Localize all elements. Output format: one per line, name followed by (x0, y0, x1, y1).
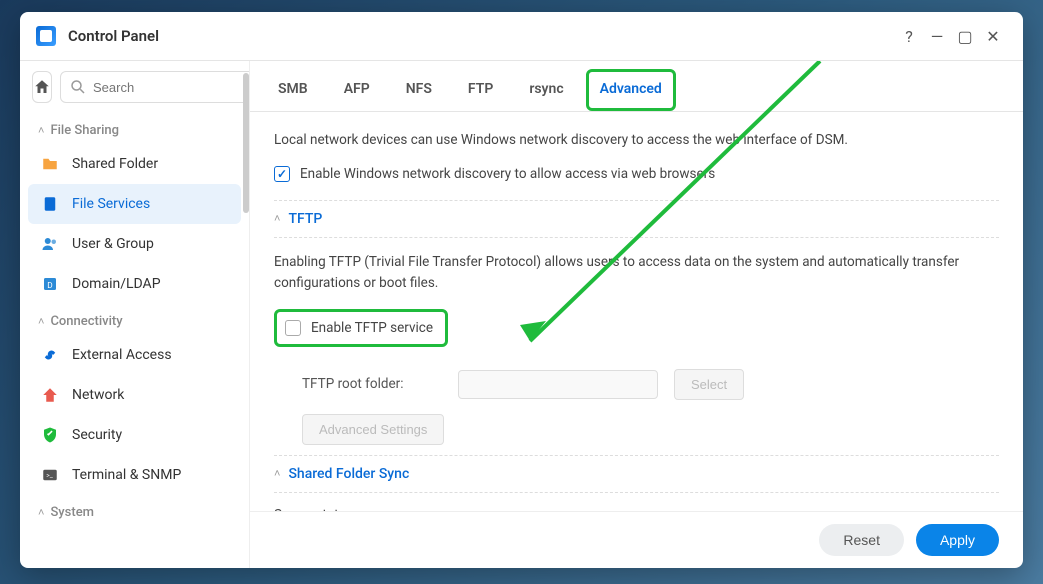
sidebar-item-label: User & Group (72, 236, 154, 252)
checkbox-empty-icon[interactable] (285, 320, 301, 336)
home-icon (33, 78, 51, 96)
search-input[interactable] (93, 80, 250, 95)
titlebar: Control Panel ? — ▢ ✕ (20, 12, 1023, 61)
checkbox-checked-icon[interactable] (274, 166, 290, 182)
sidebar-item-external-access[interactable]: External Access (28, 335, 241, 375)
file-icon (40, 194, 60, 214)
footer: Reset Apply (250, 511, 1023, 568)
sidebar-item-terminal-snmp[interactable]: >_ Terminal & SNMP (28, 455, 241, 495)
tabs: SMB AFP NFS FTP rsync Advanced (250, 61, 1023, 112)
maximize-button[interactable]: ▢ (951, 22, 979, 50)
annotation-highlight (586, 69, 676, 111)
sidebar: ˄File Sharing Shared Folder File Services U… (20, 61, 250, 568)
domain-icon: D (40, 274, 60, 294)
network-icon (40, 385, 60, 405)
search-box[interactable] (60, 71, 250, 103)
sidebar-item-label: Network (72, 387, 124, 403)
chevron-icon: ˄ (38, 506, 44, 519)
sidebar-item-file-services[interactable]: File Services (28, 184, 241, 224)
select-button[interactable]: Select (674, 369, 744, 400)
home-button[interactable] (32, 71, 52, 103)
app-icon (36, 26, 56, 46)
sidebar-section-connectivity[interactable]: ˄Connectivity (28, 304, 241, 335)
sidebar-item-user-group[interactable]: User & Group (28, 224, 241, 264)
sidebar-item-label: Shared Folder (72, 156, 158, 172)
enable-tftp-label: Enable TFTP service (311, 320, 433, 336)
sidebar-item-domain-ldap[interactable]: D Domain/LDAP (28, 264, 241, 304)
sidebar-item-security[interactable]: Security (28, 415, 241, 455)
tab-panel-advanced: Local network devices can use Windows ne… (250, 112, 1023, 511)
folder-icon (40, 154, 60, 174)
terminal-icon: >_ (40, 465, 60, 485)
minimize-button[interactable]: — (923, 22, 951, 50)
sidebar-section-system[interactable]: ˄System (28, 495, 241, 526)
svg-text:>_: >_ (46, 471, 54, 479)
tab-ftp[interactable]: FTP (464, 73, 497, 111)
tab-nfs[interactable]: NFS (402, 73, 436, 111)
tab-afp[interactable]: AFP (340, 73, 374, 111)
discovery-checkbox-row[interactable]: Enable Windows network discovery to allo… (274, 166, 999, 182)
sidebar-item-label: Security (72, 427, 122, 443)
close-button[interactable]: ✕ (979, 22, 1007, 50)
users-icon (40, 234, 60, 254)
window-title: Control Panel (68, 27, 895, 45)
help-button[interactable]: ? (895, 22, 923, 50)
chevron-icon: ˄ (38, 124, 44, 137)
tab-advanced[interactable]: Advanced (596, 73, 666, 111)
link-icon (40, 345, 60, 365)
svg-text:D: D (47, 281, 52, 291)
control-panel-window: Control Panel ? — ▢ ✕ ˄File Sharing Share… (20, 12, 1023, 568)
sidebar-item-shared-folder[interactable]: Shared Folder (28, 144, 241, 184)
sidebar-item-network[interactable]: Network (28, 375, 241, 415)
tftp-desc: Enabling TFTP (Trivial File Transfer Pro… (274, 252, 999, 295)
sidebar-item-label: Terminal & SNMP (72, 467, 181, 483)
enable-tftp-checkbox-row[interactable]: Enable TFTP service (274, 309, 448, 347)
reset-button[interactable]: Reset (819, 524, 904, 556)
section-shared-folder-sync[interactable]: ˄ Shared Folder Sync (274, 455, 999, 493)
sidebar-item-label: External Access (72, 347, 172, 363)
chevron-up-icon: ˄ (274, 212, 280, 225)
section-tftp[interactable]: ˄ TFTP (274, 200, 999, 238)
content-area: SMB AFP NFS FTP rsync Advanced Local network … (250, 61, 1023, 568)
apply-button[interactable]: Apply (916, 524, 999, 556)
search-icon (69, 78, 87, 96)
tftp-root-label: TFTP root folder: (302, 376, 442, 392)
tftp-root-input (458, 370, 658, 399)
advanced-settings-button[interactable]: Advanced Settings (302, 414, 444, 445)
chevron-icon: ˄ (38, 315, 44, 328)
discovery-checkbox-label: Enable Windows network discovery to allo… (300, 166, 715, 182)
sidebar-item-label: File Services (72, 196, 150, 212)
sidebar-item-label: Domain/LDAP (72, 276, 161, 292)
tftp-root-row: TFTP root folder: Select (302, 369, 999, 400)
sidebar-scrollbar[interactable] (243, 73, 249, 213)
tab-smb[interactable]: SMB (274, 73, 312, 111)
shield-icon (40, 425, 60, 445)
chevron-up-icon: ˄ (274, 467, 280, 480)
tab-rsync[interactable]: rsync (525, 73, 567, 111)
sidebar-section-file-sharing[interactable]: ˄File Sharing (28, 113, 241, 144)
discovery-text: Local network devices can use Windows ne… (274, 130, 999, 152)
